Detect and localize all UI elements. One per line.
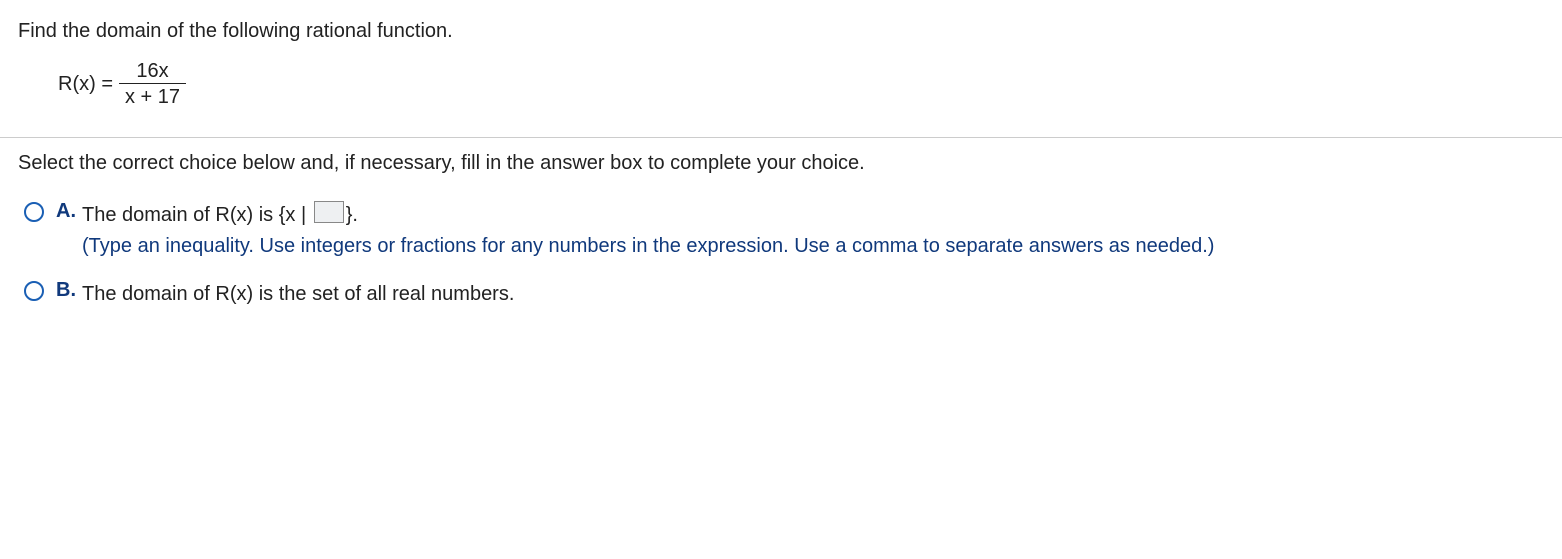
section-divider [0,137,1562,138]
instruction-text: Select the correct choice below and, if … [18,152,1544,175]
choice-b-letter: B. [56,278,82,302]
choices-group: A. The domain of R(x) is {x | }. (Type a… [24,199,1544,310]
choice-a-text-before: The domain of R(x) is {x | [82,204,306,226]
choice-a-body: The domain of R(x) is {x | }. (Type an i… [82,199,1214,262]
answer-input-a[interactable] [314,201,344,223]
function-label: R(x) = [58,73,119,96]
choice-b-body: The domain of R(x) is the set of all rea… [82,278,514,310]
formula: R(x) = 16x x + 17 [58,61,1544,107]
choice-a-letter: A. [56,199,82,223]
choice-a-hint: (Type an inequality. Use integers or fra… [82,235,1214,257]
choice-b-row: B. The domain of R(x) is the set of all … [24,278,1544,310]
choice-a-row: A. The domain of R(x) is {x | }. (Type a… [24,199,1544,262]
fraction-numerator: 16x [130,61,174,83]
radio-choice-b[interactable] [24,281,44,301]
question-prompt: Find the domain of the following rationa… [18,20,1544,43]
fraction: 16x x + 17 [119,61,186,107]
question-block: Find the domain of the following rationa… [18,20,1544,137]
choice-a-text-after: }. [346,204,358,226]
choice-b-text: The domain of R(x) is the set of all rea… [82,283,514,305]
radio-choice-a[interactable] [24,202,44,222]
fraction-denominator: x + 17 [119,83,186,107]
